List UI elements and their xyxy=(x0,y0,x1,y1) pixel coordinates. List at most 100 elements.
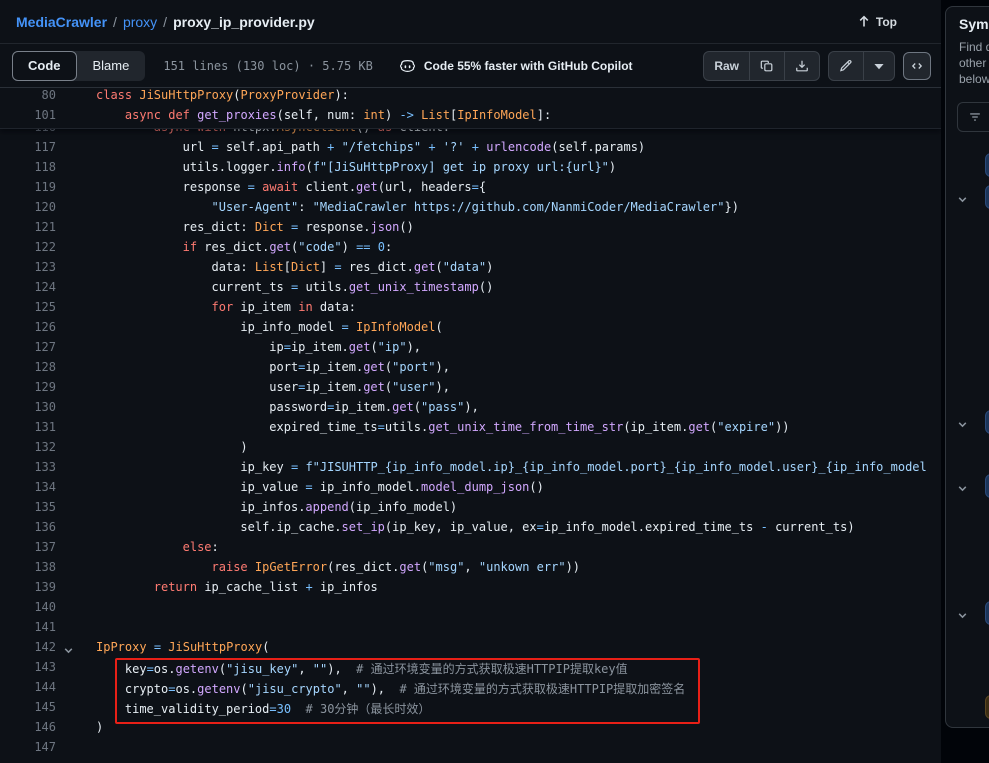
sticky-scope-header: 80class JiSuHttpProxy(ProxyProvider):101… xyxy=(0,88,941,129)
file-toolbar: Code Blame 151 lines (130 loc) · 5.75 KB… xyxy=(0,44,941,88)
code-line-text: ) xyxy=(96,440,248,460)
file-stats: 151 lines (130 loc) · 5.75 KB xyxy=(163,59,373,73)
raw-button[interactable]: Raw xyxy=(704,52,749,80)
symbol-list-item[interactable] xyxy=(946,410,989,434)
scroll-to-top-button[interactable]: Top xyxy=(852,14,903,30)
line-number[interactable]: 127 xyxy=(0,340,56,360)
breadcrumb-folder-link[interactable]: proxy xyxy=(123,14,157,30)
edit-file-button[interactable] xyxy=(829,52,863,80)
copilot-banner-text: Code 55% faster with GitHub Copilot xyxy=(424,59,633,73)
symbol-list-item[interactable] xyxy=(946,601,989,625)
symbols-panel-title: Symbols xyxy=(959,16,989,32)
line-number[interactable]: 125 xyxy=(0,300,56,320)
triangle-down-icon xyxy=(874,61,884,71)
chevron-down-icon[interactable] xyxy=(957,192,968,210)
code-line-146: 146) xyxy=(0,720,941,740)
line-number[interactable]: 123 xyxy=(0,260,56,280)
breadcrumb-separator: / xyxy=(113,14,117,30)
line-number[interactable]: 145 xyxy=(0,700,56,720)
chevron-down-icon[interactable] xyxy=(957,481,968,499)
copy-raw-button[interactable] xyxy=(749,52,784,80)
symbol-list-item[interactable] xyxy=(946,474,989,498)
line-number[interactable]: 134 xyxy=(0,480,56,500)
code-line-131: 131expired_time_ts=utils.get_unix_time_f… xyxy=(0,420,941,440)
symbol-list-item[interactable] xyxy=(946,185,989,209)
symbol-kind-badge xyxy=(985,185,989,209)
line-number[interactable]: 101 xyxy=(0,108,56,128)
code-line-145: 145time_validity_period=30 # 30分钟（最长时效） xyxy=(0,700,941,720)
line-number[interactable]: 80 xyxy=(0,88,56,108)
symbol-list-item[interactable] xyxy=(946,695,989,719)
line-number[interactable]: 130 xyxy=(0,400,56,420)
line-number[interactable]: 117 xyxy=(0,140,56,160)
code-line-text: return ip_cache_list + ip_infos xyxy=(96,580,378,600)
code-line-text: ip_info_model = IpInfoModel( xyxy=(96,320,443,340)
code-editor: 116async with httpx.AsyncClient() as cli… xyxy=(0,88,941,763)
symbols-filter-input[interactable] xyxy=(957,102,989,132)
code-line-129: 129user=ip_item.get("user"), xyxy=(0,380,941,400)
code-symbols-icon xyxy=(909,58,925,74)
line-number[interactable]: 131 xyxy=(0,420,56,440)
right-column: Symbols Find definitions and references … xyxy=(941,0,989,763)
arrow-up-icon xyxy=(858,15,870,28)
code-line-text: key=os.getenv("jisu_key", ""), # 通过环境变量的… xyxy=(96,660,628,680)
code-line-text: for ip_item in data: xyxy=(96,300,356,320)
line-number[interactable]: 142 xyxy=(0,640,56,660)
line-number[interactable]: 132 xyxy=(0,440,56,460)
code-line-121: 121res_dict: Dict = response.json() xyxy=(0,220,941,240)
tab-code[interactable]: Code xyxy=(12,51,77,81)
line-number[interactable]: 144 xyxy=(0,680,56,700)
line-number[interactable]: 141 xyxy=(0,620,56,640)
code-line-139: 139 return ip_cache_list + ip_infos xyxy=(0,580,941,600)
line-number[interactable]: 118 xyxy=(0,160,56,180)
fold-chevron-icon[interactable] xyxy=(63,645,75,657)
chevron-down-icon[interactable] xyxy=(957,608,968,626)
line-number[interactable]: 120 xyxy=(0,200,56,220)
line-number[interactable]: 124 xyxy=(0,280,56,300)
code-line-123: 123data: List[Dict] = res_dict.get("data… xyxy=(0,260,941,280)
symbol-kind-badge xyxy=(985,153,989,177)
line-number[interactable]: 119 xyxy=(0,180,56,200)
line-number[interactable]: 139 xyxy=(0,580,56,600)
symbol-kind-badge xyxy=(985,474,989,498)
code-line-text: ) xyxy=(96,720,103,740)
line-number[interactable]: 129 xyxy=(0,380,56,400)
line-number[interactable]: 133 xyxy=(0,460,56,480)
symbols-pane-toggle-button[interactable] xyxy=(903,52,931,80)
line-number[interactable]: 122 xyxy=(0,240,56,260)
copilot-icon xyxy=(399,58,416,74)
copilot-banner[interactable]: Code 55% faster with GitHub Copilot xyxy=(399,58,633,74)
line-number[interactable]: 121 xyxy=(0,220,56,240)
tab-blame[interactable]: Blame xyxy=(77,51,146,81)
breadcrumb-separator: / xyxy=(163,14,167,30)
code-line-120: 120"User-Agent": "MediaCrawler https://g… xyxy=(0,200,941,220)
line-number[interactable]: 146 xyxy=(0,720,56,740)
line-number[interactable]: 143 xyxy=(0,660,56,680)
code-line-text: utils.logger.info(f"[JiSuHttpProxy] get … xyxy=(96,160,616,180)
code-line-text: password=ip_item.get("pass"), xyxy=(96,400,479,420)
breadcrumb-file-name: proxy_ip_provider.py xyxy=(173,14,315,30)
code-line-text: response = await client.get(url, headers… xyxy=(96,180,486,200)
code-line-101: 101async def get_proxies(self, num: int)… xyxy=(0,108,941,128)
download-icon xyxy=(795,59,809,73)
file-view: MediaCrawler / proxy / proxy_ip_provider… xyxy=(0,0,941,763)
symbol-list-item[interactable] xyxy=(946,153,989,177)
download-raw-button[interactable] xyxy=(784,52,819,80)
line-number[interactable]: 147 xyxy=(0,740,56,760)
line-number[interactable]: 140 xyxy=(0,600,56,620)
code-line-text: else: xyxy=(96,540,219,560)
chevron-down-icon[interactable] xyxy=(957,417,968,435)
edit-dropdown-button[interactable] xyxy=(863,52,894,80)
line-number[interactable]: 137 xyxy=(0,540,56,560)
code-line-text: ip_infos.append(ip_info_model) xyxy=(96,500,457,520)
breadcrumb-repo-link[interactable]: MediaCrawler xyxy=(16,14,107,30)
line-number[interactable]: 138 xyxy=(0,560,56,580)
code-line-126: 126 ip_info_model = IpInfoModel( xyxy=(0,320,941,340)
line-number[interactable]: 128 xyxy=(0,360,56,380)
line-number[interactable]: 126 xyxy=(0,320,56,340)
line-number[interactable]: 136 xyxy=(0,520,56,540)
line-number[interactable]: 135 xyxy=(0,500,56,520)
code-line-118: 118 utils.logger.info(f"[JiSuHttpProxy] g… xyxy=(0,160,941,180)
code-line-124: 124current_ts = utils.get_unix_timestamp… xyxy=(0,280,941,300)
code-line-141: 141 xyxy=(0,620,941,640)
